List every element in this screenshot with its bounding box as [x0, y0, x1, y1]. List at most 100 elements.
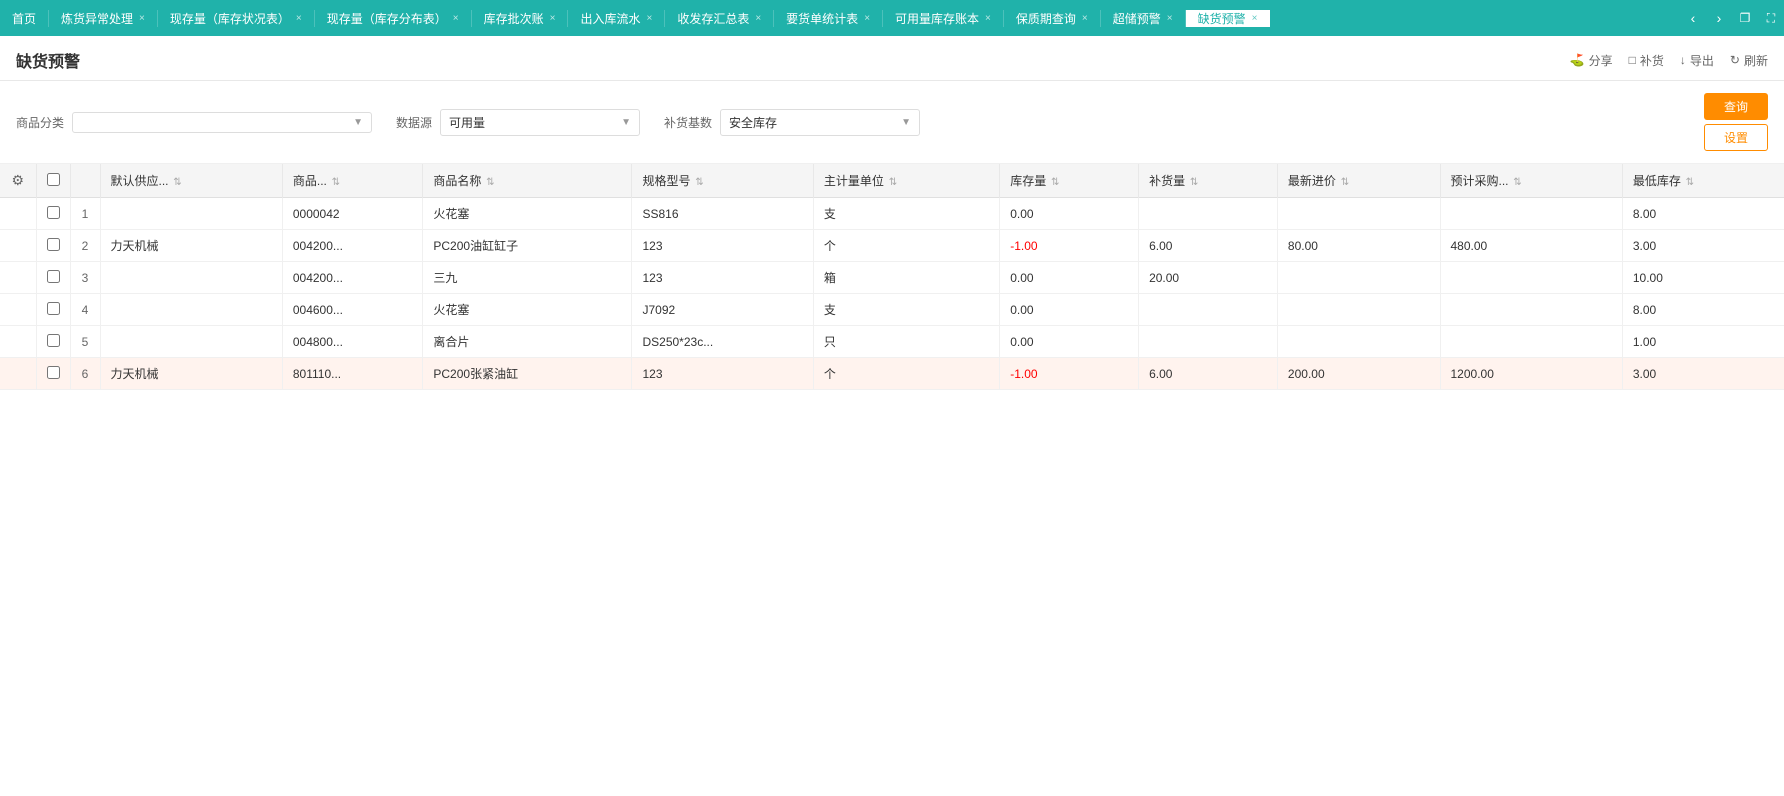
- filter-datasource-group: 数据源 可用量 ▼: [396, 109, 640, 136]
- col-header-unit[interactable]: 主计量单位 ⇅: [813, 164, 999, 198]
- tab-label-overstock: 超储预警: [1113, 10, 1161, 27]
- spec-2: 123: [632, 262, 813, 294]
- col-header-checkbox: [36, 164, 70, 198]
- est_purchase-2: [1440, 262, 1622, 294]
- product_code-0: 0000042: [282, 198, 423, 230]
- col-header-product_code[interactable]: 商品... ⇅: [282, 164, 423, 198]
- product_name-3: 火花塞: [423, 294, 632, 326]
- datasource-select[interactable]: 可用量 ▼: [440, 109, 640, 136]
- restock_qty-3: [1139, 294, 1278, 326]
- tab-home[interactable]: 首页: [0, 10, 49, 27]
- stock_qty-4: 0.00: [1000, 326, 1139, 358]
- tab-close-available[interactable]: ×: [985, 13, 991, 24]
- unit-4: 只: [813, 326, 999, 358]
- table-row: 6力天机械801110...PC200张紧油缸123个-1.006.00200.…: [0, 358, 1784, 390]
- tab-stock-dist[interactable]: 现存量（库存分布表）×: [315, 10, 472, 27]
- product_name-4: 离合片: [423, 326, 632, 358]
- tab-next-btn[interactable]: ›: [1706, 0, 1732, 36]
- tab-close-shortage[interactable]: ×: [1252, 13, 1258, 24]
- table-row: 4004600...火花塞J7092支0.008.00: [0, 294, 1784, 326]
- export-btn[interactable]: ↓ 导出: [1680, 52, 1714, 69]
- tab-label-requisition: 要货单统计表: [786, 10, 858, 27]
- tab-close-inout[interactable]: ×: [646, 13, 652, 24]
- spec-1: 123: [632, 230, 813, 262]
- tab-shortage[interactable]: 缺货预警×: [1186, 10, 1271, 27]
- gear-icon[interactable]: ⚙: [11, 172, 24, 188]
- row-checkbox-5[interactable]: [47, 366, 60, 379]
- tab-label-available: 可用量库存账本: [895, 10, 979, 27]
- unit-3: 支: [813, 294, 999, 326]
- query-button[interactable]: 查询: [1704, 93, 1768, 120]
- tab-label-expiry: 保质期查询: [1016, 10, 1076, 27]
- product_code-4: 004800...: [282, 326, 423, 358]
- tab-close-overstock[interactable]: ×: [1167, 13, 1173, 24]
- tab-close-abnormal[interactable]: ×: [139, 13, 145, 24]
- row-checkbox-0[interactable]: [47, 206, 60, 219]
- tab-abnormal[interactable]: 炼货异常处理×: [49, 10, 158, 27]
- tab-receipt[interactable]: 收发存汇总表×: [665, 10, 774, 27]
- restock_qty-5: 6.00: [1139, 358, 1278, 390]
- tab-close-stock-status[interactable]: ×: [296, 13, 302, 24]
- default_supplier-5: 力天机械: [100, 358, 282, 390]
- tab-close-stock-dist[interactable]: ×: [453, 13, 459, 24]
- sort-icon-est_purchase: ⇅: [1511, 177, 1522, 188]
- row-num-4: 5: [70, 326, 100, 358]
- tab-prev-btn[interactable]: ‹: [1680, 0, 1706, 36]
- restock_qty-0: [1139, 198, 1278, 230]
- restock-icon: □: [1629, 53, 1636, 67]
- col-header-product_name[interactable]: 商品名称 ⇅: [423, 164, 632, 198]
- filter-restock-base-group: 补货基数 安全库存 ▼: [664, 109, 920, 136]
- stock_qty-3: 0.00: [1000, 294, 1139, 326]
- unit-0: 支: [813, 198, 999, 230]
- col-header-est_purchase[interactable]: 预计采购... ⇅: [1440, 164, 1622, 198]
- row-checkbox-3[interactable]: [47, 302, 60, 315]
- tab-close-receipt[interactable]: ×: [755, 13, 761, 24]
- tab-batch[interactable]: 库存批次账 ×: [472, 10, 569, 27]
- col-header-restock_qty[interactable]: 补货量 ⇅: [1139, 164, 1278, 198]
- row-num-3: 4: [70, 294, 100, 326]
- table-row: 3004200...三九123箱0.0020.0010.00: [0, 262, 1784, 294]
- spec-0: SS816: [632, 198, 813, 230]
- fullscreen-btn[interactable]: ⛶: [1758, 0, 1784, 36]
- product_name-2: 三九: [423, 262, 632, 294]
- tab-stock-status[interactable]: 现存量（库存状况表）×: [158, 10, 315, 27]
- sort-icon-unit: ⇅: [886, 177, 897, 188]
- row-checkbox-4[interactable]: [47, 334, 60, 347]
- col-header-min_stock[interactable]: 最低库存 ⇅: [1622, 164, 1784, 198]
- restock-btn[interactable]: □ 补货: [1629, 52, 1664, 69]
- tab-requisition[interactable]: 要货单统计表 ×: [774, 10, 883, 27]
- row-num-5: 6: [70, 358, 100, 390]
- row-num-2: 3: [70, 262, 100, 294]
- select-all-checkbox[interactable]: [47, 173, 60, 186]
- row-checkbox-1[interactable]: [47, 238, 60, 251]
- tab-inout[interactable]: 出入库流水×: [568, 10, 665, 27]
- filter-row: 商品分类 ▼ 数据源 可用量 ▼ 补货基数 安全库存 ▼ 查询 设置: [0, 81, 1784, 164]
- product_name-0: 火花塞: [423, 198, 632, 230]
- setting-button[interactable]: 设置: [1704, 124, 1768, 151]
- restock-base-select-value: 安全库存: [729, 114, 901, 131]
- tab-expiry[interactable]: 保质期查询 ×: [1004, 10, 1101, 27]
- restock-base-label: 补货基数: [664, 114, 712, 131]
- col-header-default_supplier[interactable]: 默认供应... ⇅: [100, 164, 282, 198]
- col-header-latest_price[interactable]: 最新进价 ⇅: [1277, 164, 1440, 198]
- restock-base-select[interactable]: 安全库存 ▼: [720, 109, 920, 136]
- tab-bar: 首页炼货异常处理×现存量（库存状况表）×现存量（库存分布表）×库存批次账×出入库…: [0, 0, 1784, 36]
- category-select[interactable]: ▼: [72, 112, 372, 133]
- tab-available[interactable]: 可用量库存账本 ×: [883, 10, 1004, 27]
- tab-overstock[interactable]: 超储预警 ×: [1101, 10, 1186, 27]
- row-checkbox-2[interactable]: [47, 270, 60, 283]
- refresh-btn[interactable]: ↻ 刷新: [1730, 52, 1768, 69]
- tab-close-requisition[interactable]: ×: [864, 13, 870, 24]
- unit-5: 个: [813, 358, 999, 390]
- est_purchase-1: 480.00: [1440, 230, 1622, 262]
- tab-close-batch[interactable]: ×: [550, 13, 556, 24]
- col-header-spec[interactable]: 规格型号 ⇅: [632, 164, 813, 198]
- col-header-stock_qty[interactable]: 库存量 ⇅: [1000, 164, 1139, 198]
- default_supplier-0: [100, 198, 282, 230]
- table-row: 2力天机械004200...PC200油缸缸子123个-1.006.0080.0…: [0, 230, 1784, 262]
- restore-btn[interactable]: ❐: [1732, 0, 1758, 36]
- tab-label-batch: 库存批次账: [484, 10, 544, 27]
- restock_qty-2: 20.00: [1139, 262, 1278, 294]
- tab-close-expiry[interactable]: ×: [1082, 13, 1088, 24]
- share-btn[interactable]: ⛳ 分享: [1570, 52, 1613, 69]
